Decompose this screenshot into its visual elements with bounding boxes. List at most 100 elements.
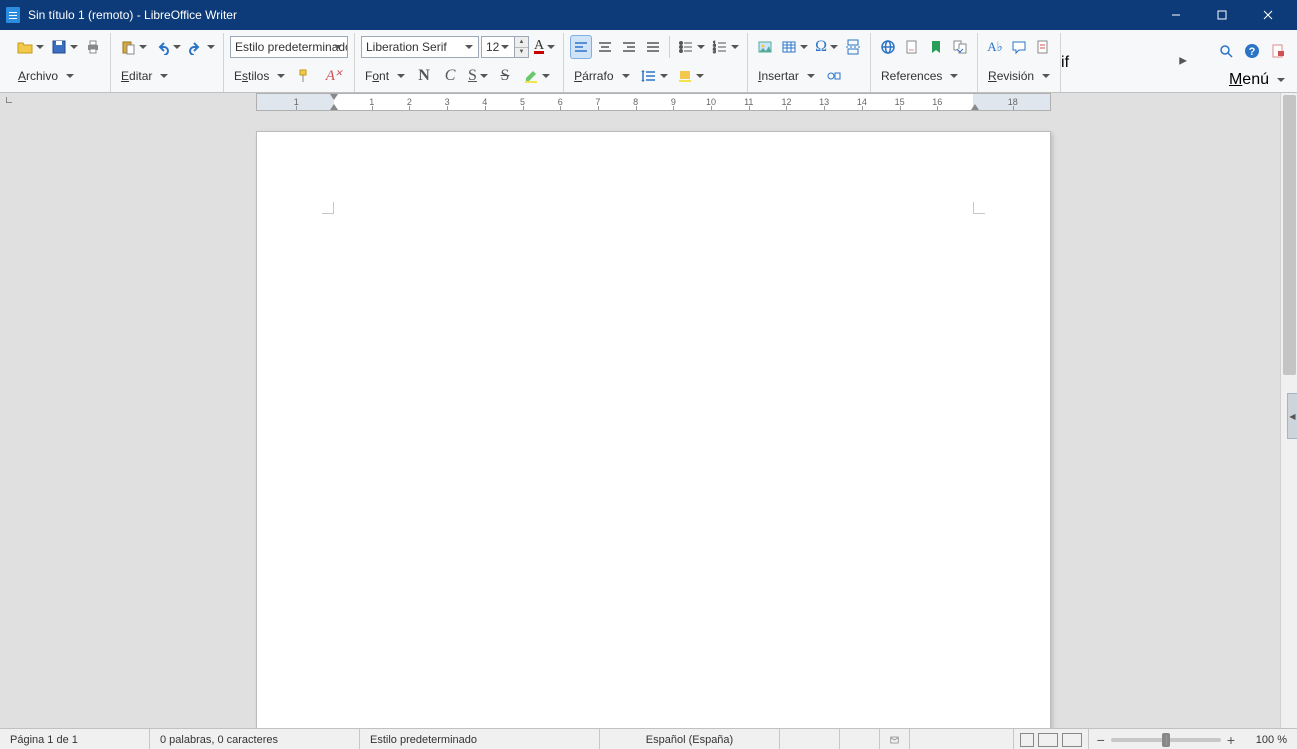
toolbar-expand-icon[interactable]: ▶ xyxy=(1179,56,1187,67)
highlight-button[interactable] xyxy=(520,64,552,88)
align-left-button[interactable] xyxy=(570,35,592,59)
multi-page-icon[interactable] xyxy=(1038,733,1058,747)
page-break-button[interactable] xyxy=(842,35,864,59)
ruler-number: 4 xyxy=(482,97,487,107)
zoom-out-icon[interactable]: − xyxy=(1097,732,1105,748)
sidebar-toggle[interactable]: ◀ xyxy=(1287,393,1297,439)
minimize-button[interactable] xyxy=(1153,0,1199,30)
status-page[interactable]: Página 1 de 1 xyxy=(0,729,150,749)
zoom-in-icon[interactable]: + xyxy=(1227,732,1235,748)
align-justify-button[interactable] xyxy=(642,35,664,59)
special-char-button[interactable]: Ω xyxy=(812,35,840,59)
comment-button[interactable] xyxy=(1008,35,1030,59)
document-page[interactable] xyxy=(256,131,1051,728)
strike-button[interactable]: S xyxy=(494,64,516,88)
insert-menu[interactable]: Insertar xyxy=(754,67,819,85)
bookmark-button[interactable] xyxy=(925,35,947,59)
status-style[interactable]: Estilo predeterminado xyxy=(360,729,600,749)
group-paragraph: 123 Párrafo xyxy=(564,33,748,92)
styles-menu[interactable]: Estilos xyxy=(230,67,289,85)
redo-button[interactable] xyxy=(185,35,217,59)
ruler-number: 1 xyxy=(294,97,299,107)
margin-corner-icon xyxy=(973,202,985,214)
crossref-button[interactable] xyxy=(949,35,971,59)
status-language[interactable]: Español (España) xyxy=(600,729,780,749)
ruler-number: 16 xyxy=(932,97,942,107)
print-button[interactable] xyxy=(82,35,104,59)
status-signature[interactable] xyxy=(880,729,910,749)
align-center-button[interactable] xyxy=(594,35,616,59)
numbering-button[interactable]: 123 xyxy=(709,35,741,59)
edit-menu[interactable]: Editar xyxy=(117,67,172,85)
save-button[interactable] xyxy=(48,35,80,59)
draw-functions-button[interactable] xyxy=(823,64,845,88)
group-references: References xyxy=(871,33,978,92)
zoom-control[interactable]: − + xyxy=(1089,729,1243,749)
line-spacing-button[interactable] xyxy=(638,64,670,88)
review-menu[interactable]: Revisión xyxy=(984,67,1054,85)
ruler-number: 6 xyxy=(558,97,563,107)
maximize-button[interactable] xyxy=(1199,0,1245,30)
statusbar: Página 1 de 1 0 palabras, 0 caracteres E… xyxy=(0,728,1297,749)
track-changes-button[interactable] xyxy=(1032,35,1054,59)
ruler-number: 1 xyxy=(369,97,374,107)
open-button[interactable] xyxy=(14,35,46,59)
ruler-number: 9 xyxy=(671,97,676,107)
references-menu[interactable]: References xyxy=(877,67,962,85)
font-menu[interactable]: Font xyxy=(361,67,409,85)
spellcheck-button[interactable]: A♭ xyxy=(984,35,1006,59)
font-name-combo[interactable]: Liberation Serif xyxy=(361,36,479,58)
paragraph-style-combo[interactable]: Estilo predeterminado xyxy=(230,36,348,58)
close-button[interactable] xyxy=(1245,0,1291,30)
font-color-button[interactable]: A xyxy=(531,35,557,59)
view-layout-buttons[interactable] xyxy=(1014,729,1089,749)
insert-image-button[interactable] xyxy=(754,35,776,59)
ruler-number: 3 xyxy=(445,97,450,107)
italic-button[interactable]: C xyxy=(439,64,461,88)
align-right-button[interactable] xyxy=(618,35,640,59)
readonly-button[interactable] xyxy=(1267,39,1289,63)
margin-corner-icon xyxy=(322,202,334,214)
book-view-icon[interactable] xyxy=(1062,733,1082,747)
insert-table-button[interactable] xyxy=(778,35,810,59)
group-edit: Editar xyxy=(111,33,224,92)
zoom-percent[interactable]: 100 % xyxy=(1243,729,1297,749)
clear-formatting-button[interactable]: A✕ xyxy=(319,64,341,88)
svg-text:3: 3 xyxy=(713,49,716,55)
group-insert: Ω Insertar xyxy=(748,33,871,92)
help-button[interactable]: ? xyxy=(1241,39,1263,63)
underline-button[interactable]: S xyxy=(465,64,490,88)
file-menu[interactable]: AArchivorchivo xyxy=(14,67,78,85)
para-bgcolor-button[interactable] xyxy=(674,64,706,88)
group-font: Liberation Serif 12 ▲▼ A Font N C S S xyxy=(355,33,564,92)
ruler-number: 10 xyxy=(706,97,716,107)
footnote-button[interactable] xyxy=(901,35,923,59)
ruler-number: 12 xyxy=(781,97,791,107)
bold-button[interactable]: N xyxy=(413,64,435,88)
font-size-combo[interactable]: 12 xyxy=(481,36,515,58)
titlebar: Sin título 1 (remoto) - LibreOffice Writ… xyxy=(0,0,1297,30)
undo-button[interactable] xyxy=(151,35,183,59)
paragraph-menu[interactable]: Párrafo xyxy=(570,67,633,85)
font-size-spinner[interactable]: ▲▼ xyxy=(515,36,529,58)
zoom-slider[interactable] xyxy=(1111,738,1221,742)
single-page-icon[interactable] xyxy=(1020,733,1034,747)
ruler-number: 15 xyxy=(895,97,905,107)
document-canvas[interactable]: 11234567891011121314151618 ◀ xyxy=(18,93,1297,728)
group-file: AArchivorchivo xyxy=(8,33,111,92)
horizontal-ruler[interactable]: 11234567891011121314151618 xyxy=(256,93,1051,111)
bullets-button[interactable] xyxy=(675,35,707,59)
svg-text:?: ? xyxy=(1249,46,1256,58)
ruler-number: 7 xyxy=(595,97,600,107)
hyperlink-button[interactable] xyxy=(877,35,899,59)
status-insert-mode[interactable] xyxy=(780,729,840,749)
clone-formatting-button[interactable] xyxy=(293,64,315,88)
status-wordcount[interactable]: 0 palabras, 0 caracteres xyxy=(150,729,360,749)
paste-button[interactable] xyxy=(117,35,149,59)
toolbar: AArchivorchivo Editar Estilo predetermin… xyxy=(0,30,1297,93)
status-selection-mode[interactable] xyxy=(840,729,880,749)
workspace: 11234567891011121314151618 ◀ xyxy=(0,93,1297,728)
ruler-number: 11 xyxy=(744,97,753,107)
find-button[interactable] xyxy=(1215,39,1237,63)
menu-button[interactable]: Menú xyxy=(1225,69,1289,91)
